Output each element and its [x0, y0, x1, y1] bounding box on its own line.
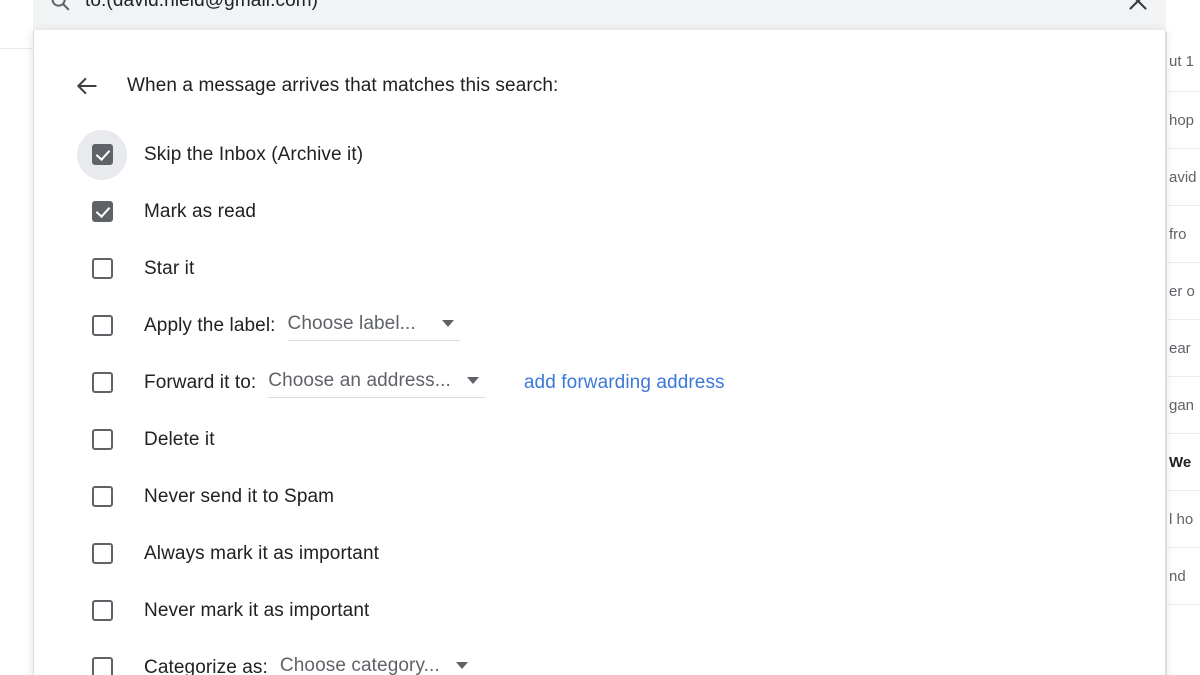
checkmark-icon	[91, 144, 113, 165]
dialog-header: When a message arrives that matches this…	[34, 58, 1165, 114]
chevron-down-icon	[466, 377, 479, 384]
add-forwarding-address-link[interactable]: add forwarding address	[524, 372, 725, 394]
email-list-row[interactable]: nd	[1167, 548, 1200, 605]
checkbox-categorize-as[interactable]	[74, 640, 130, 675]
checkbox-skip-the-inbox-archive-it[interactable]	[74, 127, 130, 183]
checkbox-star-it[interactable]	[74, 241, 130, 297]
option-label: Forward it to:	[144, 371, 257, 393]
dropdown-selected-value: Choose category...	[279, 654, 440, 675]
empty-checkbox-icon	[91, 258, 113, 279]
email-list-row[interactable]: er o	[1167, 263, 1200, 320]
email-list-row[interactable]: l ho	[1167, 491, 1200, 548]
chevron-down-icon	[455, 662, 468, 669]
checkbox-never-mark-it-as-important[interactable]	[74, 583, 130, 639]
dropdown-selected-value: Choose label...	[287, 312, 416, 334]
dropdown-forward-it-to[interactable]: Choose an address...	[268, 368, 485, 398]
email-list-row[interactable]: avid	[1167, 149, 1200, 206]
filter-option-row: Star it	[74, 240, 1165, 297]
empty-checkbox-icon	[91, 486, 113, 507]
checkbox-always-mark-it-as-important[interactable]	[74, 526, 130, 582]
empty-checkbox-icon	[91, 657, 113, 675]
chevron-down-icon	[441, 320, 454, 327]
filter-option-row: Categorize as: Choose category...	[74, 639, 1165, 675]
filter-option-row: Always mark it as important	[74, 525, 1165, 582]
option-label: Star it	[144, 257, 195, 279]
dropdown-apply-the-label[interactable]: Choose label...	[287, 311, 460, 341]
filter-option-row: Never send it to Spam	[74, 468, 1165, 525]
empty-checkbox-icon	[91, 600, 113, 621]
back-arrow-icon[interactable]	[74, 73, 100, 99]
email-list-row[interactable]: fro	[1167, 206, 1200, 263]
search-icon	[49, 0, 71, 12]
email-list-row[interactable]: ear	[1167, 320, 1200, 377]
filter-option-row: Forward it to: Choose an address... add fo…	[74, 354, 1165, 411]
empty-checkbox-icon	[91, 429, 113, 450]
empty-checkbox-icon	[91, 543, 113, 564]
filter-dialog: When a message arrives that matches this…	[33, 30, 1166, 675]
checkmark-icon	[91, 201, 113, 222]
page-title: When a message arrives that matches this…	[127, 75, 559, 96]
option-label: Never send it to Spam	[144, 485, 335, 507]
dropdown-selected-value: Choose an address...	[268, 369, 451, 391]
checkbox-apply-the-label[interactable]	[74, 298, 130, 354]
empty-checkbox-icon	[91, 315, 113, 336]
filter-option-row: Skip the Inbox (Archive it)	[74, 126, 1165, 183]
filter-action-list: Skip the Inbox (Archive it) Mark as read S…	[34, 126, 1165, 675]
checkbox-delete-it[interactable]	[74, 412, 130, 468]
option-label: Skip the Inbox (Archive it)	[144, 143, 364, 165]
option-label: Categorize as:	[144, 656, 268, 675]
email-list-background: ut 1 hop avid fro er o ear gan We l ho nd	[1166, 32, 1200, 675]
email-list-row[interactable]: gan	[1167, 377, 1200, 434]
filter-option-row: Mark as read	[74, 183, 1165, 240]
option-label: Apply the label:	[144, 314, 276, 336]
option-label: Mark as read	[144, 200, 257, 222]
filter-option-row: Delete it	[74, 411, 1165, 468]
empty-checkbox-icon	[91, 372, 113, 393]
checkbox-never-send-it-to-spam[interactable]	[74, 469, 130, 525]
close-icon[interactable]	[1126, 0, 1150, 13]
dropdown-categorize-as[interactable]: Choose category...	[280, 653, 474, 675]
email-list-row[interactable]: We	[1167, 434, 1200, 491]
option-label: Never mark it as important	[144, 599, 370, 621]
option-label: Always mark it as important	[144, 542, 379, 564]
email-list-row[interactable]: ut 1	[1167, 32, 1200, 92]
option-label: Delete it	[144, 428, 215, 450]
email-list-row[interactable]: hop	[1167, 92, 1200, 149]
search-bar[interactable]: to:(david.nield@gmail.com)	[33, 0, 1166, 32]
checkbox-forward-it-to[interactable]	[74, 355, 130, 411]
filter-option-row: Apply the label: Choose label...	[74, 297, 1165, 354]
search-input-value[interactable]: to:(david.nield@gmail.com)	[85, 0, 318, 12]
checkbox-mark-as-read[interactable]	[74, 184, 130, 240]
gmail-filter-screen: to:(david.nield@gmail.com) ut 1 hop avid fr…	[0, 0, 1200, 675]
filter-option-row: Never mark it as important	[74, 582, 1165, 639]
left-gutter-divider	[0, 48, 34, 49]
